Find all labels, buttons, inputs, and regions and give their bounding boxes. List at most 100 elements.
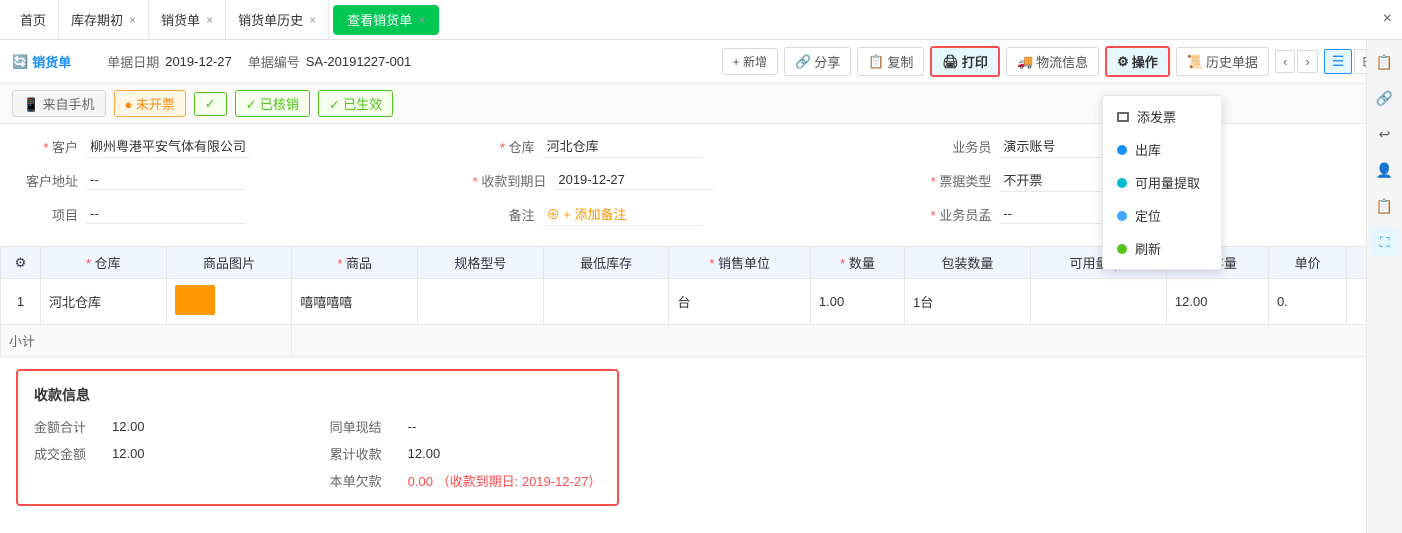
doc-icon: 🔄 bbox=[12, 54, 28, 70]
tab-sales-order-close[interactable]: × bbox=[206, 13, 213, 27]
customer-label: 客户 bbox=[16, 137, 86, 156]
sidebar-icon-4[interactable]: 👤 bbox=[1371, 156, 1399, 184]
cancelled-icon: ✓ bbox=[246, 97, 257, 112]
warehouse-label: 仓库 bbox=[473, 137, 543, 156]
warehouse-value[interactable]: 河北仓库 bbox=[543, 134, 703, 158]
logistics-button[interactable]: 🚚 物流信息 bbox=[1006, 47, 1099, 76]
operations-icon: ⚙ bbox=[1117, 54, 1129, 70]
operations-button[interactable]: ⚙ 操作 bbox=[1105, 46, 1170, 77]
employee-label: 业务员 bbox=[929, 137, 999, 156]
copy-button[interactable]: 📋 复制 bbox=[857, 47, 924, 76]
tab-view-sales[interactable]: 查看销货单 × bbox=[333, 5, 439, 35]
table-row: 1 河北仓库 嘻嘻嘻嘻 台 1.00 1台 12.00 0. bbox=[1, 279, 1402, 325]
project-field: 项目 -- bbox=[16, 204, 473, 224]
remark-label: 备注 bbox=[473, 205, 543, 224]
total-amount-value: 12.00 bbox=[112, 419, 145, 434]
settings-icon[interactable]: ⚙ bbox=[15, 255, 27, 270]
project-label: 项目 bbox=[16, 205, 86, 224]
operations-dropdown: 添发票 出库 可用量提取 定位 刷新 bbox=[1102, 95, 1222, 270]
print-button[interactable]: 🖨 打印 bbox=[930, 46, 1000, 77]
bottom-section: 收款信息 金额合计 12.00 同单现结 -- 成交金额 12.00 累计收款 … bbox=[0, 357, 1402, 518]
tab-inventory-init-close[interactable]: × bbox=[129, 13, 136, 27]
effective-button[interactable]: ✓ 已生效 bbox=[318, 90, 393, 117]
col-product: * 商品 bbox=[292, 247, 418, 279]
effective-icon: ✓ bbox=[329, 97, 340, 112]
invoice-type-label: 票据类型 bbox=[929, 171, 999, 190]
cumulative-value: 12.00 bbox=[408, 446, 441, 461]
col-min-stock: 最低库存 bbox=[543, 247, 669, 279]
same-order-settle-label: 同单现结 bbox=[330, 417, 400, 436]
share-icon: 🔗 bbox=[795, 54, 811, 70]
col-unit-price: 单价 bbox=[1268, 247, 1346, 279]
tab-inventory-init[interactable]: 库存期初 × bbox=[59, 0, 149, 40]
cancelled-button[interactable]: ✓ 已核销 bbox=[235, 90, 310, 117]
history-button[interactable]: 📜 历史单据 bbox=[1176, 47, 1269, 76]
tab-view-sales-label: 查看销货单 bbox=[347, 10, 412, 29]
new-button[interactable]: + 新增 bbox=[722, 48, 778, 75]
doc-date-value: 2019-12-27 bbox=[165, 54, 232, 69]
tab-inventory-init-label: 库存期初 bbox=[71, 10, 123, 29]
not-opened-button[interactable]: ● 未开票 bbox=[114, 90, 186, 117]
row-package-qty: 1台 bbox=[905, 279, 1031, 325]
total-amount-label: 金额合计 bbox=[34, 417, 104, 436]
tab-sales-order[interactable]: 销货单 × bbox=[149, 0, 226, 40]
from-phone-button[interactable]: 📱 来自手机 bbox=[12, 90, 106, 117]
dropdown-add-invoice[interactable]: 添发票 bbox=[1103, 100, 1221, 133]
same-order-settle-value: -- bbox=[408, 419, 417, 434]
cumulative-item: 累计收款 12.00 bbox=[330, 444, 602, 463]
doc-number-label: 单据编号 bbox=[248, 52, 300, 71]
sidebar-icon-expand[interactable]: ⛶ bbox=[1371, 228, 1399, 256]
row-product-img bbox=[166, 279, 292, 325]
project-value[interactable]: -- bbox=[86, 204, 246, 224]
add-icon: ⊕ bbox=[547, 207, 564, 222]
salesperson-label: 业务员孟 bbox=[929, 205, 999, 224]
warehouse-field: 仓库 河北仓库 bbox=[473, 134, 930, 158]
row-available bbox=[1030, 279, 1166, 325]
row-spec bbox=[418, 279, 544, 325]
tab-view-sales-close[interactable]: × bbox=[418, 13, 425, 27]
invoice-icon: ● bbox=[125, 97, 133, 112]
dropdown-refresh[interactable]: 刷新 bbox=[1103, 232, 1221, 265]
outstanding-item: 本单欠款 0.00 （收款到期日: 2019-12-27） bbox=[330, 471, 602, 490]
list-view-button[interactable]: ☰ bbox=[1324, 49, 1353, 74]
receipt-info-box: 收款信息 金额合计 12.00 同单现结 -- 成交金额 12.00 累计收款 … bbox=[16, 369, 619, 506]
tab-sales-history[interactable]: 销货单历史 × bbox=[226, 0, 329, 40]
check-icon: ✓ bbox=[205, 96, 216, 111]
add-remark-button[interactable]: ⊕ + 添加备注 bbox=[543, 202, 703, 226]
dropdown-available-qty[interactable]: 可用量提取 bbox=[1103, 166, 1221, 199]
phone-icon: 📱 bbox=[23, 97, 39, 112]
sidebar-icon-3[interactable]: ↩ bbox=[1371, 120, 1399, 148]
sidebar-icon-1[interactable]: 📋 bbox=[1371, 48, 1399, 76]
sidebar-icon-2[interactable]: 🔗 bbox=[1371, 84, 1399, 112]
window-close-button[interactable]: × bbox=[1383, 10, 1392, 28]
dropdown-outbound[interactable]: 出库 bbox=[1103, 133, 1221, 166]
doc-number-field: 单据编号 SA-20191227-001 bbox=[248, 52, 412, 71]
doc-date-field: 单据日期 2019-12-27 bbox=[107, 52, 232, 71]
correct-button[interactable]: ✓ bbox=[194, 92, 227, 116]
prev-button[interactable]: ‹ bbox=[1275, 50, 1295, 73]
dropdown-locate[interactable]: 定位 bbox=[1103, 199, 1221, 232]
tab-sales-history-close[interactable]: × bbox=[309, 13, 316, 27]
total-amount-item: 金额合计 12.00 bbox=[34, 417, 306, 436]
doc-number-value: SA-20191227-001 bbox=[306, 54, 412, 69]
due-date-value[interactable]: 2019-12-27 bbox=[554, 170, 714, 190]
address-value[interactable]: -- bbox=[86, 170, 246, 190]
refresh-label: 刷新 bbox=[1135, 239, 1161, 258]
right-sidebar: 📋 🔗 ↩ 👤 📋 ⛶ bbox=[1366, 40, 1402, 533]
tab-sales-order-label: 销货单 bbox=[161, 10, 200, 29]
print-icon: 🖨 bbox=[942, 54, 959, 70]
sidebar-icon-5[interactable]: 📋 bbox=[1371, 192, 1399, 220]
due-date-field: 收款到期日 2019-12-27 bbox=[473, 170, 930, 190]
outstanding-label: 本单欠款 bbox=[330, 471, 400, 490]
customer-value[interactable]: 柳州粤港平安气体有限公司 bbox=[86, 134, 250, 158]
col-warehouse: * 仓库 bbox=[41, 247, 167, 279]
row-warehouse: 河北仓库 bbox=[41, 279, 167, 325]
tab-home[interactable]: 首页 bbox=[8, 0, 59, 40]
col-settings: ⚙ bbox=[1, 247, 41, 279]
row-min-stock bbox=[543, 279, 669, 325]
customer-field: 客户 柳州粤港平安气体有限公司 bbox=[16, 134, 473, 158]
address-label: 客户地址 bbox=[16, 171, 86, 190]
next-button[interactable]: › bbox=[1297, 50, 1317, 73]
col-sales-unit: * 销售单位 bbox=[669, 247, 810, 279]
share-button[interactable]: 🔗 分享 bbox=[784, 47, 851, 76]
